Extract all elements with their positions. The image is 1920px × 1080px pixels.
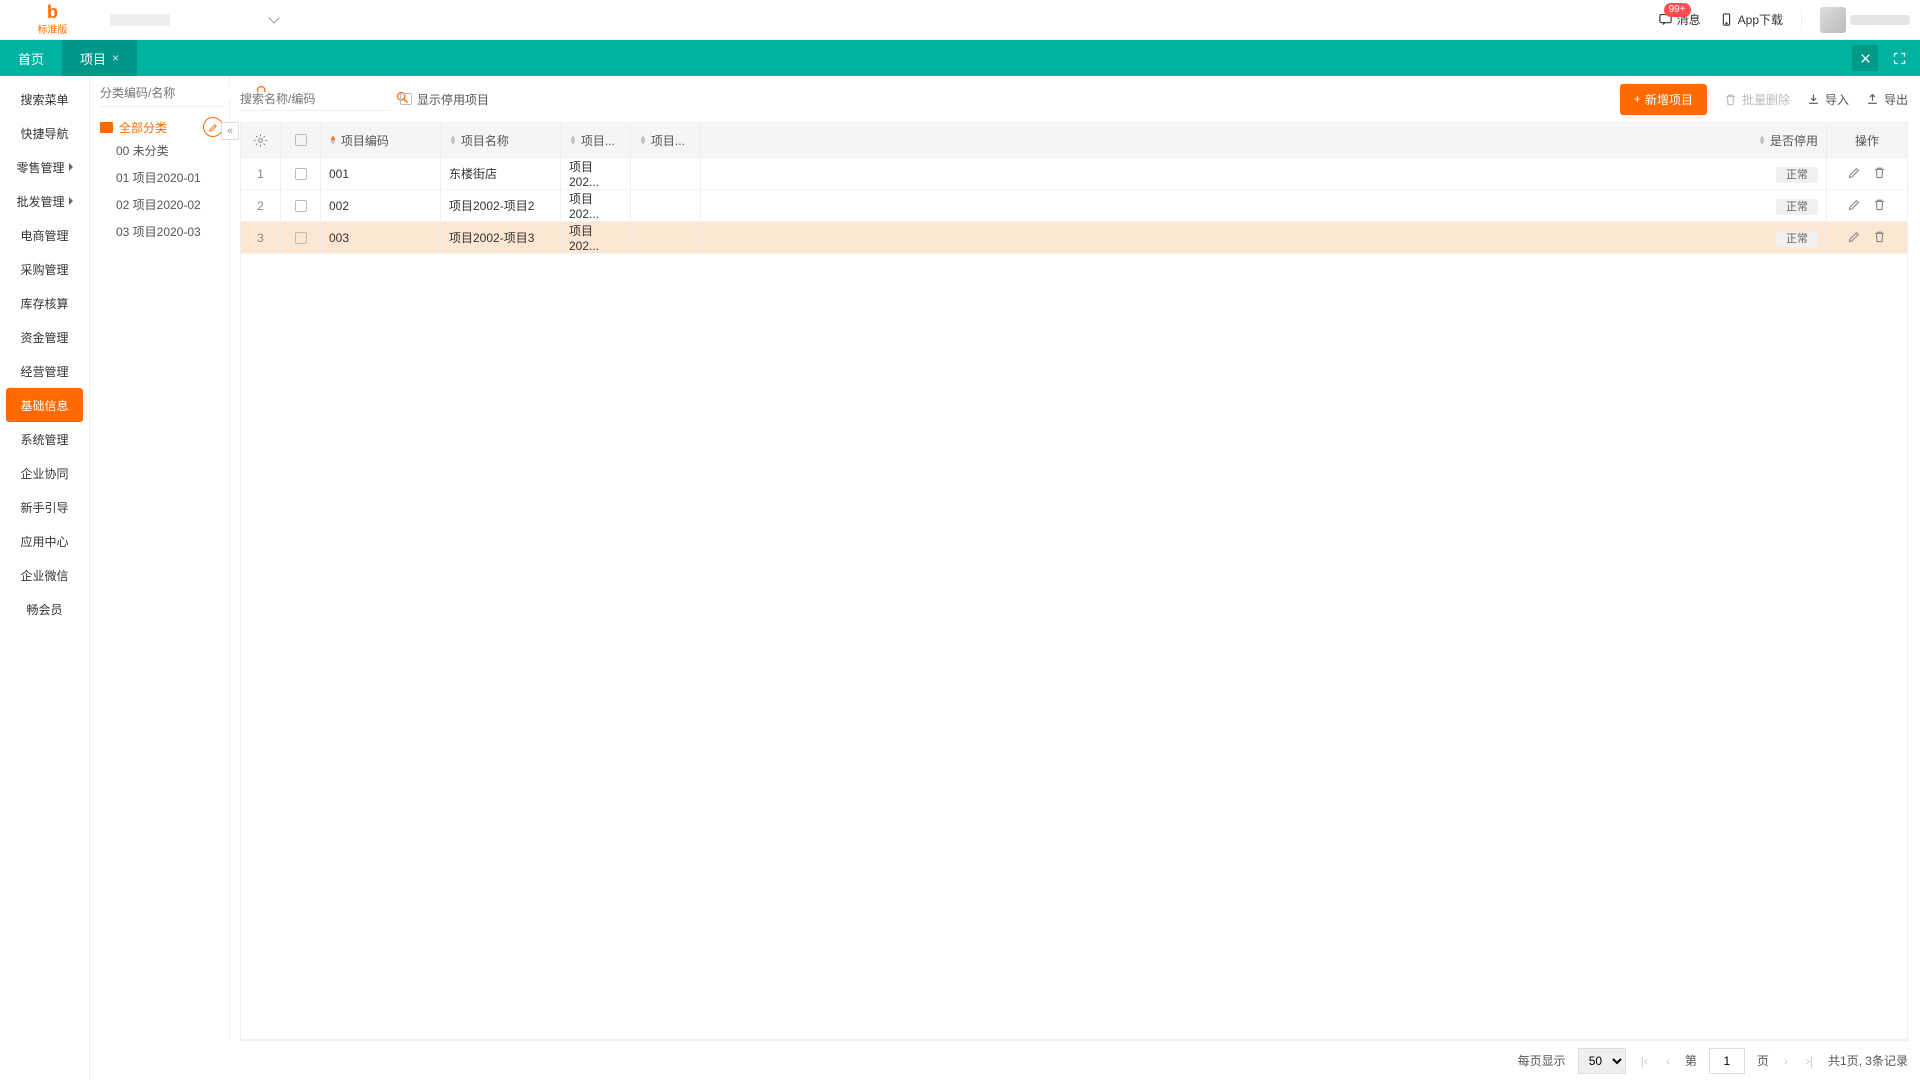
sidebar-item[interactable]: 电商管理	[0, 218, 89, 252]
first-page-button[interactable]: |‹	[1638, 1054, 1651, 1068]
table-settings-button[interactable]	[241, 123, 281, 157]
sidebar-item[interactable]: 搜索菜单	[0, 82, 89, 116]
edit-icon[interactable]	[1847, 229, 1862, 247]
export-button[interactable]: 导出	[1865, 91, 1908, 108]
close-icon[interactable]: ×	[112, 51, 119, 65]
sidebar-item[interactable]: 资金管理	[0, 320, 89, 354]
tree-root-all[interactable]: 全部分类	[100, 117, 223, 137]
brand-logo: b 标准版	[10, 3, 95, 36]
pager-summary: 共1页, 3条记录	[1828, 1052, 1908, 1069]
export-icon	[1865, 92, 1880, 107]
show-disabled-checkbox[interactable]: 显示停用项目	[400, 91, 489, 108]
org-selector[interactable]	[110, 14, 278, 26]
col-3[interactable]: ▲▼项目...	[561, 123, 631, 157]
projects-table: ▲▼项目编码 ▲▼项目名称 ▲▼项目... ▲▼项目... ▲▼是否停用 操作 …	[240, 122, 1908, 1040]
add-project-button[interactable]: + 新增项目	[1620, 84, 1707, 115]
caret-right-icon	[69, 163, 73, 171]
next-page-button[interactable]: ›	[1781, 1054, 1791, 1068]
chevron-down-icon	[268, 12, 279, 23]
sidebar-item[interactable]: 系统管理	[0, 422, 89, 456]
trash-icon[interactable]	[1872, 197, 1887, 215]
sidebar-item[interactable]: 采购管理	[0, 252, 89, 286]
caret-right-icon	[69, 197, 73, 205]
sidebar-item[interactable]: 库存核算	[0, 286, 89, 320]
import-button[interactable]: 导入	[1806, 91, 1849, 108]
messages-badge: 99+	[1664, 3, 1691, 17]
tab-close-button[interactable]	[1852, 45, 1878, 71]
sidebar-item[interactable]: 快捷导航	[0, 116, 89, 150]
search-input[interactable]	[240, 92, 395, 106]
edit-icon[interactable]	[1847, 197, 1862, 215]
import-icon	[1806, 92, 1821, 107]
col-4[interactable]: ▲▼项目...	[631, 123, 701, 157]
plus-icon: +	[1634, 92, 1641, 106]
topbar: b 标准版 99+ 消息 App下载	[0, 0, 1920, 40]
prev-page-button[interactable]: ‹	[1663, 1054, 1673, 1068]
sidebar-item[interactable]: 零售管理	[0, 150, 89, 184]
edit-category-icon[interactable]	[203, 117, 223, 137]
app-download-button[interactable]: App下载	[1719, 11, 1783, 28]
tree-item[interactable]: 00 未分类	[100, 137, 223, 164]
batch-delete-button[interactable]: 批量删除	[1723, 91, 1790, 108]
per-page-select[interactable]: 50	[1578, 1048, 1626, 1074]
mobile-icon	[1719, 12, 1734, 27]
tabbar: 首页 项目 ×	[0, 40, 1920, 76]
sidebar: 搜索菜单快捷导航零售管理批发管理电商管理采购管理库存核算资金管理经营管理基础信息…	[0, 76, 90, 1080]
trash-icon[interactable]	[1872, 165, 1887, 183]
sidebar-item[interactable]: 应用中心	[0, 524, 89, 558]
col-ops: 操作	[1827, 123, 1907, 157]
row-checkbox[interactable]	[281, 222, 321, 253]
tree-item[interactable]: 03 项目2020-03	[100, 218, 223, 245]
sidebar-item[interactable]: 基础信息	[6, 388, 83, 422]
tab-projects[interactable]: 项目 ×	[62, 40, 137, 76]
fullscreen-button[interactable]	[1886, 45, 1912, 71]
sidebar-item[interactable]: 新手引导	[0, 490, 89, 524]
table-row[interactable]: 3 003 项目2002-项目3 项目202... 正常	[241, 222, 1907, 254]
category-search-input[interactable]	[100, 86, 255, 100]
select-all-checkbox[interactable]	[281, 123, 321, 157]
collapse-tree-button[interactable]: «	[221, 122, 239, 140]
messages-button[interactable]: 99+ 消息	[1658, 11, 1701, 28]
sidebar-item[interactable]: 经营管理	[0, 354, 89, 388]
sidebar-item[interactable]: 企业微信	[0, 558, 89, 592]
table-row[interactable]: 2 002 项目2002-项目2 项目202... 正常	[241, 190, 1907, 222]
tree-item[interactable]: 02 项目2020-02	[100, 191, 223, 218]
sidebar-item[interactable]: 畅会员	[0, 592, 89, 626]
trash-icon	[1723, 92, 1738, 107]
table-header: ▲▼项目编码 ▲▼项目名称 ▲▼项目... ▲▼项目... ▲▼是否停用 操作	[241, 122, 1907, 158]
pagination: 每页显示 50 |‹ ‹ 第 页 › ›| 共1页, 3条记录	[240, 1040, 1908, 1080]
tab-home[interactable]: 首页	[0, 40, 62, 76]
page-input[interactable]	[1709, 1048, 1745, 1074]
folder-icon	[100, 122, 113, 133]
col-status[interactable]: ▲▼是否停用	[701, 123, 1827, 157]
row-checkbox[interactable]	[281, 158, 321, 189]
category-tree-panel: 全部分类 00 未分类01 项目2020-0102 项目2020-0203 项目…	[90, 76, 230, 1040]
edit-icon[interactable]	[1847, 165, 1862, 183]
row-checkbox[interactable]	[281, 190, 321, 221]
trash-icon[interactable]	[1872, 229, 1887, 247]
tree-item[interactable]: 01 项目2020-01	[100, 164, 223, 191]
last-page-button[interactable]: ›|	[1803, 1054, 1816, 1068]
table-row[interactable]: 1 001 东楼街店 项目202... 正常	[241, 158, 1907, 190]
sidebar-item[interactable]: 企业协同	[0, 456, 89, 490]
gear-icon	[253, 133, 268, 148]
toolbar: 显示停用项目 + 新增项目 批量删除 导入	[240, 76, 1908, 122]
col-code[interactable]: ▲▼项目编码	[321, 123, 441, 157]
user-menu[interactable]	[1820, 7, 1910, 33]
sidebar-item[interactable]: 批发管理	[0, 184, 89, 218]
avatar	[1820, 7, 1846, 33]
per-page-label: 每页显示	[1518, 1052, 1566, 1069]
col-name[interactable]: ▲▼项目名称	[441, 123, 561, 157]
